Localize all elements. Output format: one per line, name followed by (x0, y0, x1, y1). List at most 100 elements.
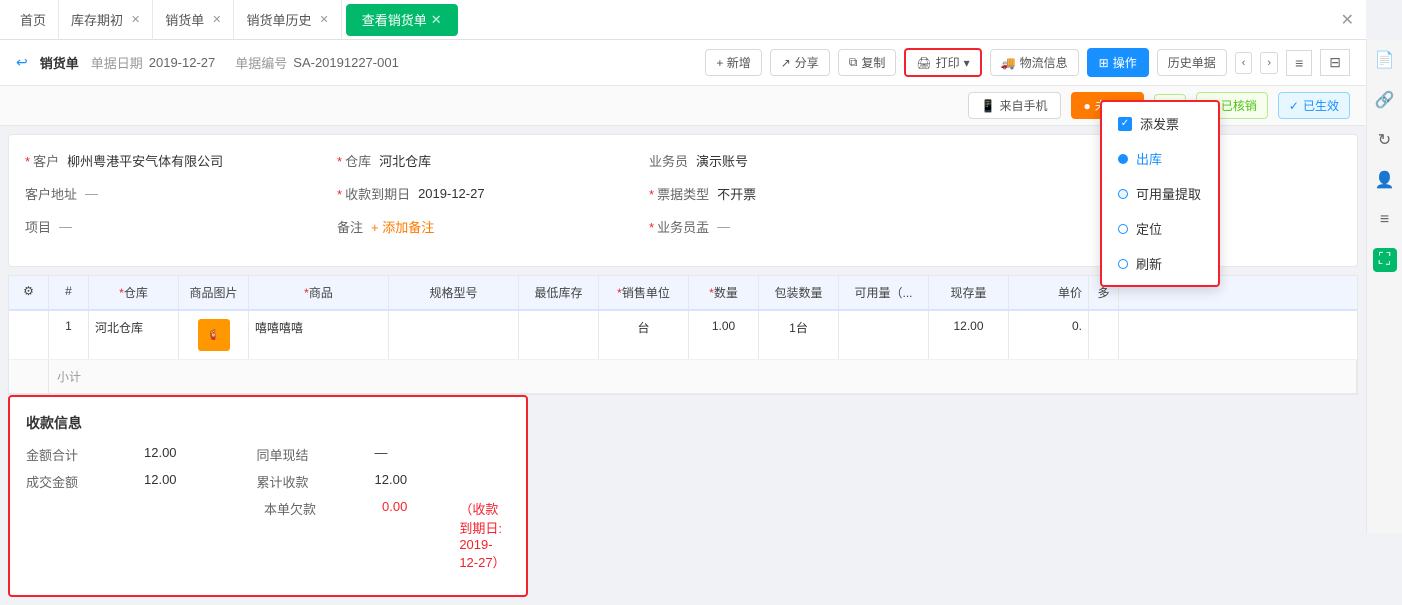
payment-title: 收款信息 (26, 413, 510, 433)
doc-title-area: ↩ 销货单 单据日期 2019-12-27 单据编号 SA-20191227-0… (16, 53, 689, 72)
owed-note: （收款到期日: 2019-12-27） (459, 499, 510, 571)
owed-value: 0.00 (382, 499, 407, 571)
locate-radio (1118, 224, 1128, 234)
row-avail (839, 311, 929, 359)
doc-type-icon: ↩ (16, 54, 28, 71)
history-button[interactable]: 历史单据 (1157, 49, 1227, 76)
due-date-value: 2019-12-27 (418, 186, 485, 201)
ticket-label: 票据类型 (649, 184, 709, 203)
operator-value: 演示账号 (696, 151, 748, 170)
tab-view-sales[interactable]: 查看销货单 ✕ (346, 4, 458, 36)
table-sum-row: 小计 (9, 360, 1357, 394)
img-header: 商品图片 (179, 276, 249, 309)
spec-header: 规格型号 (389, 276, 519, 309)
payment-row-2: 成交金额 12.00 累计收款 12.00 (26, 472, 510, 491)
note-field: 备注 + 添加备注 (337, 217, 617, 236)
dropdown-item-invoice[interactable]: ✓ 添发票 (1102, 106, 1218, 141)
copy-button[interactable]: ⧉ 复制 (838, 49, 897, 76)
sidebar-user-icon[interactable]: 👤 (1373, 168, 1397, 192)
stock-header: 现存量 (929, 276, 1009, 309)
project-field: 项目 — (25, 217, 305, 236)
add-button[interactable]: + 新增 (705, 49, 761, 76)
sidebar-expand-icon[interactable]: ⛶ (1373, 248, 1397, 272)
tab-close-sales[interactable]: ✕ (212, 13, 221, 26)
copy-icon: ⧉ (849, 55, 858, 70)
deal-amount-label: 成交金额 (26, 472, 96, 491)
sidebar-refresh-icon[interactable]: ↻ (1373, 128, 1397, 152)
print-button[interactable]: 🖨 打印 ▾ (906, 50, 979, 75)
row-warehouse: 河北仓库 (89, 311, 179, 359)
locate-label: 定位 (1136, 219, 1162, 238)
tab-home[interactable]: 首页 (8, 0, 59, 40)
tab-close-sales-history[interactable]: ✕ (320, 13, 329, 26)
avail-header: 可用量（... (839, 276, 929, 309)
dropdown-menu: ✓ 添发票 出库 可用量提取 定位 刷新 (1100, 100, 1220, 287)
settings-header[interactable]: ⚙ (9, 276, 49, 309)
table-container: ⚙ # *仓库 商品图片 *商品 规格型号 最低库存 *销售单位 *数量 包装数… (8, 275, 1358, 395)
price-header: 单价 (1009, 276, 1089, 309)
doc-header: ↩ 销货单 单据日期 2019-12-27 单据编号 SA-20191227-0… (0, 40, 1366, 86)
sidebar-list-icon[interactable]: ≡ (1373, 208, 1397, 232)
row-pack: 1台 (759, 311, 839, 359)
cumul-label: 累计收款 (257, 472, 327, 491)
toolbar-right: + 新增 ↗ 分享 ⧉ 复制 🖨 打印 ▾ 🚚 物流信息 ⊞ (705, 48, 1350, 77)
window-close-button[interactable]: ✕ (1341, 10, 1354, 30)
logistics-button[interactable]: 🚚 物流信息 (990, 49, 1079, 76)
note-label: 备注 (337, 217, 363, 236)
due-date-field: 收款到期日 2019-12-27 (337, 184, 617, 203)
warehouse-label: 仓库 (337, 151, 371, 170)
warehouse-value: 河北仓库 (379, 151, 431, 170)
customer-value: 柳州粤港平安气体有限公司 (67, 151, 223, 170)
salesman-label: 业务员盂 (649, 217, 709, 236)
amount-label: 金额合计 (26, 445, 96, 464)
date-label: 单据日期 (91, 53, 143, 72)
invoice-checkbox: ✓ (1118, 117, 1132, 131)
unit-header: *销售单位 (599, 276, 689, 309)
dropdown-item-outbound[interactable]: 出库 (1102, 141, 1218, 176)
payment-row-3: 本单欠款 0.00 （收款到期日: 2019-12-27） (26, 499, 510, 571)
tab-inventory[interactable]: 库存期初 ✕ (59, 0, 153, 40)
tab-sales[interactable]: 销货单 ✕ (153, 0, 234, 40)
project-label: 项目 (25, 217, 51, 236)
effect-status-button[interactable]: ✓ 已生效 (1278, 92, 1350, 119)
add-note-button[interactable]: + 添加备注 (371, 217, 434, 236)
table-row: 1 河北仓库 🧯 嘻嘻嘻嘻 台 1.00 1台 12.00 0. (9, 311, 1357, 360)
owed-label: 本单欠款 (264, 499, 334, 571)
pack-header: 包装数量 (759, 276, 839, 309)
row-spec (389, 311, 519, 359)
ticket-icon: ● (1084, 99, 1091, 113)
dropdown-item-refresh[interactable]: 刷新 (1102, 246, 1218, 281)
dropdown-item-locate[interactable]: 定位 (1102, 211, 1218, 246)
date-value: 2019-12-27 (149, 55, 216, 70)
row-img: 🧯 (179, 311, 249, 359)
share-icon: ↗ (781, 56, 791, 70)
effect-check-icon: ✓ (1289, 99, 1299, 113)
sidebar-link-icon[interactable]: 🔗 (1373, 88, 1397, 112)
sidebar-document-icon[interactable]: 📄 (1373, 48, 1397, 72)
nav-next[interactable]: › (1260, 52, 1278, 74)
tab-bar: 首页 库存期初 ✕ 销货单 ✕ 销货单历史 ✕ 查看销货单 ✕ ✕ (0, 0, 1366, 40)
operation-button[interactable]: ⊞ 操作 (1087, 48, 1149, 77)
tab-close-inventory[interactable]: ✕ (131, 13, 140, 26)
cumul-value: 12.00 (375, 472, 408, 491)
due-date-label: 收款到期日 (337, 184, 410, 203)
share-button[interactable]: ↗ 分享 (770, 49, 830, 76)
row-settings[interactable] (9, 311, 49, 359)
phone-button[interactable]: 📱 来自手机 (968, 92, 1061, 119)
dropdown-item-avail[interactable]: 可用量提取 (1102, 176, 1218, 211)
right-sidebar: 📄 🔗 ↻ 👤 ≡ ⛶ (1366, 40, 1402, 533)
truck-icon: 🚚 (1001, 56, 1016, 70)
operator-field: 业务员 演示账号 (649, 151, 929, 170)
list-view-button[interactable]: ≡ (1286, 50, 1312, 76)
sum-settings (9, 360, 49, 393)
tab-close-view-sales[interactable]: ✕ (431, 12, 442, 28)
no-value: SA-20191227-001 (293, 55, 399, 70)
grid-view-button[interactable]: ⊟ (1320, 49, 1350, 76)
doc-type-label: 销货单 (40, 53, 79, 72)
salesman-value: — (717, 219, 730, 234)
nav-prev[interactable]: ‹ (1235, 52, 1253, 74)
minstock-header: 最低库存 (519, 276, 599, 309)
refresh-label: 刷新 (1136, 254, 1162, 273)
tab-sales-history[interactable]: 销货单历史 ✕ (234, 0, 341, 40)
warehouse-header: *仓库 (89, 276, 179, 309)
